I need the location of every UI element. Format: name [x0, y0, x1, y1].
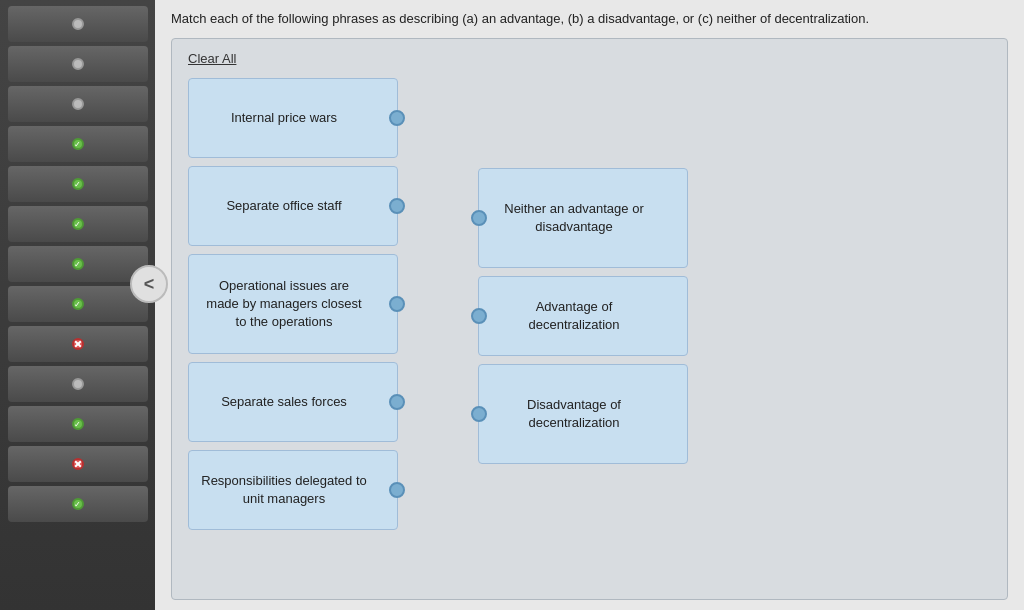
dot-3: [72, 98, 84, 110]
sidebar-item-1[interactable]: [8, 6, 148, 42]
dot-1: [72, 18, 84, 30]
sidebar-item-9[interactable]: [8, 326, 148, 362]
sidebar-item-4[interactable]: [8, 126, 148, 162]
dot-2: [72, 58, 84, 70]
connector-right-3: [389, 296, 405, 312]
sidebar-item-7[interactable]: [8, 246, 148, 282]
connector-left-1: [471, 210, 487, 226]
dot-13: [72, 498, 84, 510]
connector-right-5: [389, 482, 405, 498]
dot-10: [72, 378, 84, 390]
left-column: Internal price wars Separate office staf…: [188, 78, 398, 530]
dot-4: [72, 138, 84, 150]
left-card-1[interactable]: Internal price wars: [188, 78, 398, 158]
sidebar-item-6[interactable]: [8, 206, 148, 242]
instruction-text: Match each of the following phrases as d…: [171, 10, 1008, 28]
right-card-3[interactable]: Disadvantage of decentralization: [478, 364, 688, 464]
back-button[interactable]: <: [130, 265, 168, 303]
right-column: Neither an advantage or disadvantage Adv…: [478, 168, 688, 464]
dot-12: [72, 458, 84, 470]
connector-left-3: [471, 406, 487, 422]
sidebar-item-12[interactable]: [8, 446, 148, 482]
dot-11: [72, 418, 84, 430]
sidebar-item-5[interactable]: [8, 166, 148, 202]
sidebar: [0, 0, 155, 610]
right-card-1[interactable]: Neither an advantage or disadvantage: [478, 168, 688, 268]
dot-8: [72, 298, 84, 310]
connector-right-4: [389, 394, 405, 410]
sidebar-item-8[interactable]: [8, 286, 148, 322]
main-content: Match each of the following phrases as d…: [155, 0, 1024, 610]
dot-7: [72, 258, 84, 270]
left-card-3[interactable]: Operational issues are made by managers …: [188, 254, 398, 354]
connector-right-2: [389, 198, 405, 214]
connector-right-1: [389, 110, 405, 126]
left-card-2[interactable]: Separate office staff: [188, 166, 398, 246]
left-card-4[interactable]: Separate sales forces: [188, 362, 398, 442]
dot-5: [72, 178, 84, 190]
sidebar-item-11[interactable]: [8, 406, 148, 442]
sidebar-item-13[interactable]: [8, 486, 148, 522]
dot-9: [72, 338, 84, 350]
left-card-5[interactable]: Responsibilities delegated to unit manag…: [188, 450, 398, 530]
match-area: Clear All Internal price wars Separate o…: [171, 38, 1008, 600]
dot-6: [72, 218, 84, 230]
sidebar-item-10[interactable]: [8, 366, 148, 402]
sidebar-item-2[interactable]: [8, 46, 148, 82]
columns: Internal price wars Separate office staf…: [188, 78, 991, 530]
right-card-2[interactable]: Advantage of decentralization: [478, 276, 688, 356]
sidebar-item-3[interactable]: [8, 86, 148, 122]
connector-left-2: [471, 308, 487, 324]
clear-all-button[interactable]: Clear All: [188, 51, 991, 66]
